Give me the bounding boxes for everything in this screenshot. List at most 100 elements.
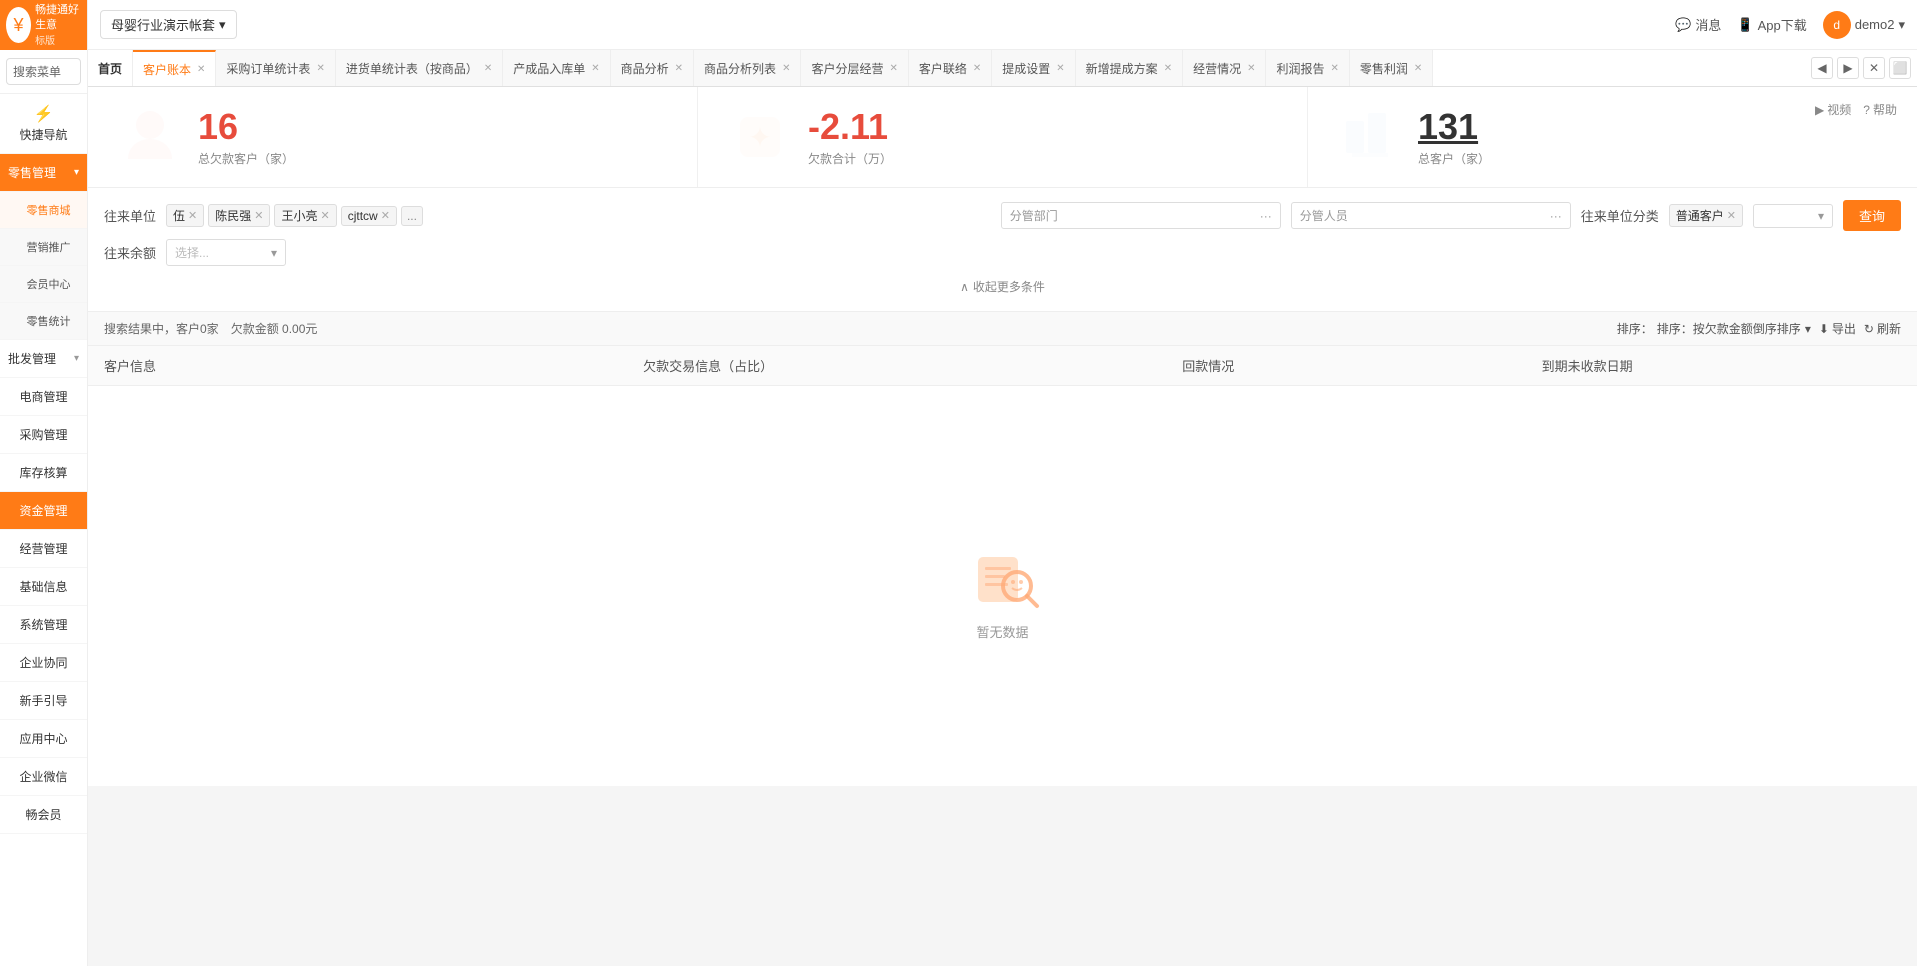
filter-row-1: 往来单位 伍 ✕ 陈民强 ✕ 王小亮 ✕ cjttcw [104, 200, 1901, 231]
sidebar-item-vip[interactable]: 畅会员 [0, 796, 87, 834]
chevron-down-icon: ▾ [271, 246, 277, 260]
tab-retail-profit[interactable]: 零售利润 ✕ [1350, 50, 1433, 86]
tab-customer-contact[interactable]: 客户联络 ✕ [909, 50, 992, 86]
logo-text-block: 畅捷通好生意 标版 [35, 3, 81, 47]
tab-promotion-settings[interactable]: 提成设置 ✕ [992, 50, 1075, 86]
sidebar-item-label: 库存核算 [19, 464, 67, 481]
tab-purchase-orders[interactable]: 采购订单统计表 ✕ [216, 50, 335, 86]
sidebar-item-operations[interactable]: 经营管理 [0, 530, 87, 568]
sidebar-item-enterprise-wechat[interactable]: 企业微信 [0, 758, 87, 796]
user-menu[interactable]: d demo2 ▾ [1823, 11, 1905, 39]
sidebar-item-enterprise-collab[interactable]: 企业协同 [0, 644, 87, 682]
app-download-label: App下载 [1758, 15, 1807, 34]
stat-label-total: 总客户（家） [1418, 150, 1490, 167]
sidebar-item-finance[interactable]: 资金管理 [0, 492, 87, 530]
tab-label: 提成设置 [1002, 60, 1050, 77]
sidebar-item-retail[interactable]: 零售管理 ▾ [0, 154, 87, 192]
tag-close-wu[interactable]: ✕ [188, 209, 197, 222]
tab-close-icon[interactable]: ✕ [889, 63, 897, 74]
tab-close-icon[interactable]: ✕ [1056, 63, 1064, 74]
sidebar-item-app-center[interactable]: 应用中心 [0, 720, 87, 758]
tag-close-normal[interactable]: ✕ [1727, 209, 1736, 222]
sidebar-item-basic-info[interactable]: 基础信息 [0, 568, 87, 606]
app-download-button[interactable]: 📱 App下载 [1737, 15, 1806, 34]
refresh-label: 刷新 [1877, 320, 1901, 337]
user-menu-arrow: ▾ [1898, 17, 1905, 33]
category-filter-tags: 普通客户 ✕ [1669, 204, 1743, 227]
tab-close-icon[interactable]: ✕ [782, 63, 790, 74]
results-actions: 排序： 排序：按欠款金额倒序排序 ▾ ⬇ 导出 ↻ 刷新 [1617, 320, 1901, 337]
sidebar-item-wholesale[interactable]: 批发管理 ▾ [0, 340, 87, 378]
tab-product-inbound[interactable]: 产成品入库单 ✕ [503, 50, 610, 86]
tab-new-promotion[interactable]: 新增提成方案 ✕ [1076, 50, 1183, 86]
tab-customers[interactable]: 客户账本 ✕ [133, 50, 216, 86]
tab-close-icon[interactable]: ✕ [591, 63, 599, 74]
tag-close-chen[interactable]: ✕ [254, 209, 263, 222]
tabbar-controls: ◀ ▶ ✕ ⬜ [1805, 57, 1917, 79]
search-menu-button[interactable]: 搜索菜单 [6, 58, 81, 85]
tab-profit-report[interactable]: 利润报告 ✕ [1266, 50, 1349, 86]
stat-card-total: 131 总客户（家） ▶ 视频 ? 帮助 [1308, 87, 1917, 187]
dept-filter-select[interactable]: 分管部门 ··· [1001, 202, 1281, 229]
message-icon: 💬 [1675, 17, 1691, 33]
tab-customer-segment[interactable]: 客户分层经营 ✕ [801, 50, 908, 86]
balance-filter-select[interactable]: 选择... ▾ [166, 239, 286, 266]
export-label: 导出 [1832, 320, 1856, 337]
sidebar-item-quick-nav[interactable]: ⚡ 快捷导航 [0, 94, 87, 154]
tab-inbound-stats[interactable]: 进货单统计表（按商品） ✕ [336, 50, 503, 86]
tab-close-icon[interactable]: ✕ [1247, 63, 1255, 74]
tab-close-icon[interactable]: ✕ [484, 63, 492, 74]
person-filter-select[interactable]: 分管人员 ··· [1291, 202, 1571, 229]
filter-area: 往来单位 伍 ✕ 陈民强 ✕ 王小亮 ✕ cjttcw [88, 188, 1917, 312]
download-icon: 📱 [1737, 17, 1753, 33]
category-dropdown[interactable]: ▾ [1753, 204, 1833, 228]
search-summary: 搜索结果中，客户0家 [104, 320, 219, 337]
tab-business-status[interactable]: 经营情况 ✕ [1183, 50, 1266, 86]
tab-home[interactable]: 首页 [88, 50, 133, 86]
export-button[interactable]: ⬇ 导出 [1819, 320, 1856, 337]
sidebar-item-retail-stats[interactable]: 零售统计 [0, 303, 87, 340]
tab-close-icon[interactable]: ✕ [675, 63, 683, 74]
video-link[interactable]: ▶ 视频 [1815, 101, 1851, 118]
help-link[interactable]: ? 帮助 [1863, 101, 1897, 118]
sidebar-search-area[interactable]: 搜索菜单 [0, 50, 87, 94]
dept-more-icon: ··· [1260, 209, 1272, 223]
tab-maximize[interactable]: ⬜ [1889, 57, 1911, 79]
sidebar-item-ecommerce[interactable]: 电商管理 [0, 378, 87, 416]
sidebar-item-label: 快捷导航 [19, 126, 67, 143]
sort-select[interactable]: 排序： 排序：按欠款金额倒序排序 ▾ [1617, 320, 1811, 337]
tab-close-all[interactable]: ✕ [1863, 57, 1885, 79]
tab-product-analysis[interactable]: 商品分析 ✕ [611, 50, 694, 86]
chevron-down-icon: ▾ [74, 167, 79, 178]
query-button[interactable]: 查询 [1843, 200, 1901, 231]
sidebar-item-new-guide[interactable]: 新手引导 [0, 682, 87, 720]
tab-close-icon[interactable]: ✕ [1164, 63, 1172, 74]
tab-close-icon[interactable]: ✕ [197, 64, 205, 75]
filter-tag-more[interactable]: ... [401, 206, 423, 226]
stat-card-amount: ✦ -2.11 欠款合计（万） [698, 87, 1308, 187]
tab-close-icon[interactable]: ✕ [1414, 63, 1422, 74]
collapse-row: ∧ 收起更多条件 [104, 274, 1901, 299]
tab-scroll-right[interactable]: ▶ [1837, 57, 1859, 79]
sidebar-item-retail-mall[interactable]: 零售商城 [0, 192, 87, 229]
sidebar-item-inventory[interactable]: 库存核算 [0, 454, 87, 492]
quick-nav-icon: ⚡ [34, 104, 54, 124]
table-body: 暂无数据 [88, 386, 1917, 786]
sidebar-item-label: 应用中心 [19, 730, 67, 747]
unit-filter-label: 往来单位 [104, 206, 156, 225]
tag-close-cjttcw[interactable]: ✕ [381, 209, 390, 222]
sidebar-item-system[interactable]: 系统管理 [0, 606, 87, 644]
tenant-selector[interactable]: 母婴行业演示帐套 ▾ [100, 10, 237, 39]
sidebar-item-marketing[interactable]: 营销推广 [0, 229, 87, 266]
tab-close-icon[interactable]: ✕ [316, 63, 324, 74]
tab-close-icon[interactable]: ✕ [973, 63, 981, 74]
tag-close-wang[interactable]: ✕ [321, 209, 330, 222]
tab-close-icon[interactable]: ✕ [1331, 63, 1339, 74]
sidebar-item-purchase[interactable]: 采购管理 [0, 416, 87, 454]
collapse-button[interactable]: ∧ 收起更多条件 [960, 278, 1045, 295]
refresh-button[interactable]: ↻ 刷新 [1864, 320, 1901, 337]
sidebar-item-members[interactable]: 会员中心 [0, 266, 87, 303]
tab-scroll-left[interactable]: ◀ [1811, 57, 1833, 79]
tab-product-analysis-list[interactable]: 商品分析列表 ✕ [694, 50, 801, 86]
messages-button[interactable]: 💬 消息 [1675, 15, 1721, 34]
